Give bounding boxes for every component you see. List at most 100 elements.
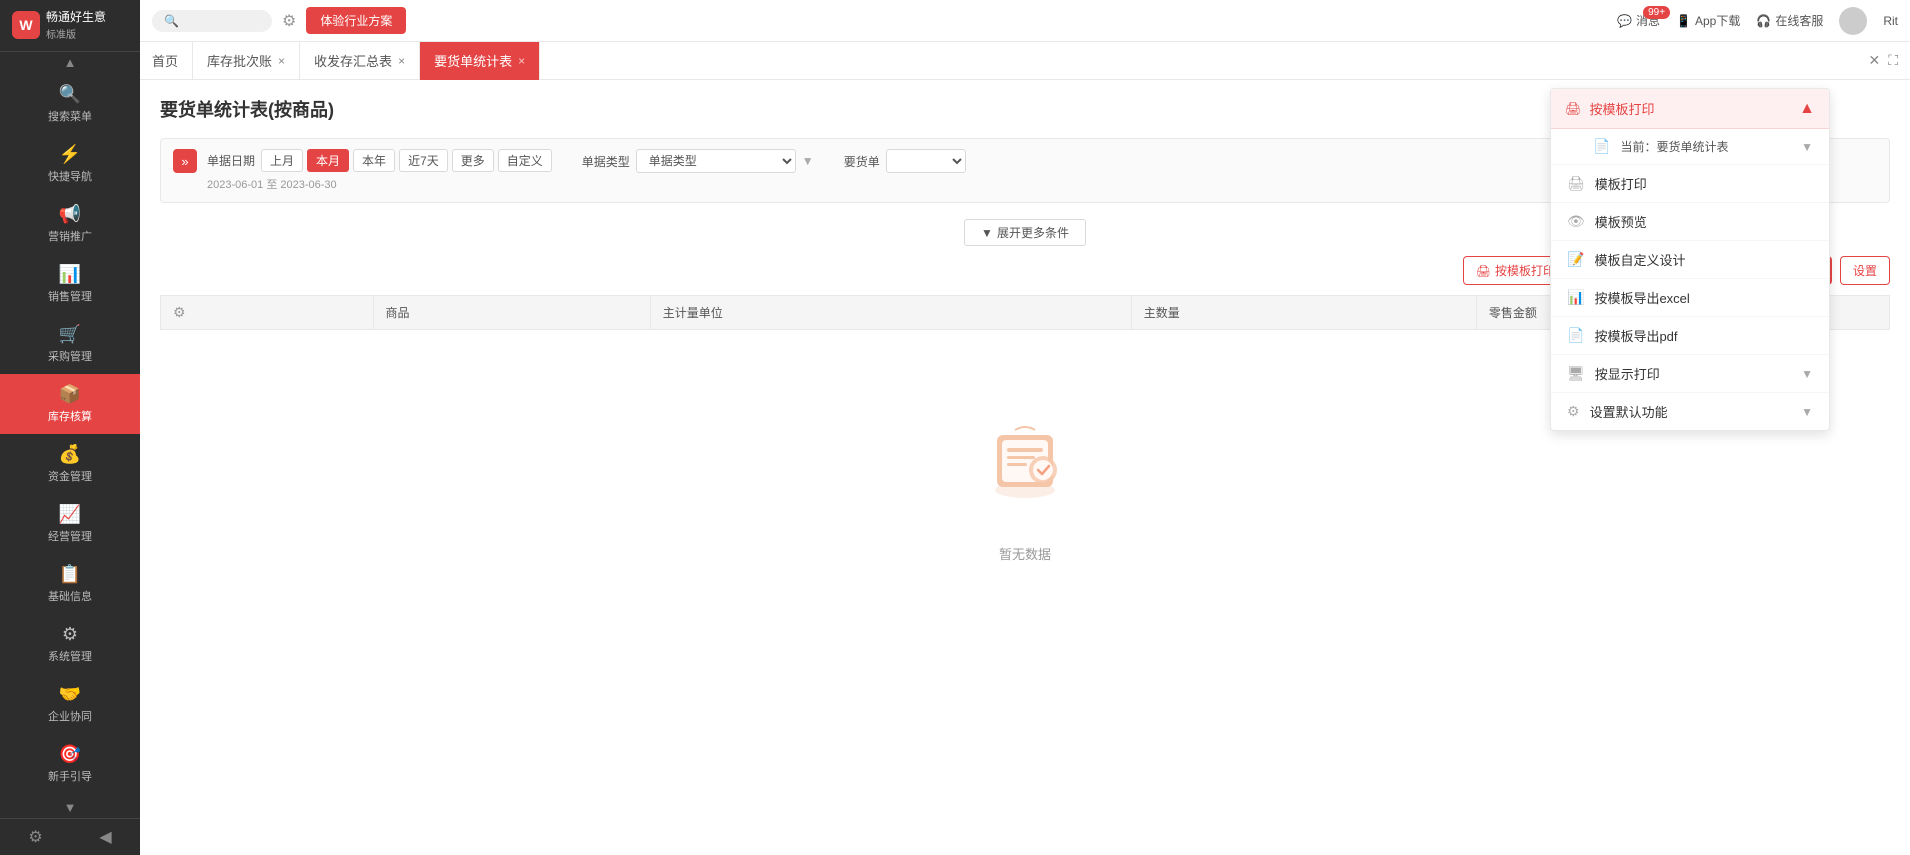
filter-expand-button[interactable]: » [173,149,197,173]
sidebar-item-inventory[interactable]: 📦库存核算 [0,374,140,434]
tab-order_stats[interactable]: 要货单统计表 × [420,42,540,80]
sales-icon: 📊 [59,264,81,285]
order-type-select[interactable]: 单据类型 [636,149,796,173]
sidebar-item-shortcut[interactable]: ⚡快捷导航 [0,134,140,194]
close-window-button[interactable]: ✕ [1868,52,1880,69]
date-btn-prev_month[interactable]: 上月 [261,149,303,172]
collapse-sidebar-icon[interactable]: ◀ [99,827,111,847]
sidebar-scroll-down[interactable]: ▼ [0,796,140,818]
sidebar-item-apps[interactable]: 🔲应用中心 [0,794,140,796]
tab-receivables[interactable]: 收发存汇总表 × [300,42,420,80]
sidebar-item-operations[interactable]: 📈经营管理 [0,494,140,554]
order-type-filter: 单据类型 单据类型 ▼ [582,149,814,173]
date-btn-custom[interactable]: 自定义 [498,149,552,172]
date-filter-group: 单据日期 上月本月本年近7天更多自定义 2023-06-01 至 2023-06… [207,149,552,192]
tabs-right: ✕ ⛶ [1868,52,1898,69]
sidebar-item-label-purchase: 采购管理 [48,348,92,364]
page-content: 要货单统计表(按商品) » 单据日期 上月本月本年近7天更多自定义 2023-0… [140,80,1910,855]
online-service-label: 在线客服 [1775,12,1823,29]
sidebar-item-label-basic: 基础信息 [48,588,92,604]
tab-close-order_stats[interactable]: × [518,54,525,68]
marketing-icon: 📢 [59,204,81,225]
table-settings-button[interactable]: ⚙ [173,304,186,321]
sidebar-item-sales[interactable]: 📊销售管理 [0,254,140,314]
sidebar-item-label-cooperation: 企业协同 [48,708,92,724]
date-btn-current_month[interactable]: 本月 [307,149,349,172]
sidebar-item-label-inventory: 库存核算 [48,408,92,424]
print-menu-item-template_export_pdf[interactable]: 📄 按模板导出pdf [1551,317,1829,355]
tab-label-order_stats: 要货单统计表 [434,51,512,70]
column-header-product: 商品 [373,296,650,330]
print-menu-item-set_default[interactable]: ⚙ 设置默认功能 ▼ [1551,393,1829,430]
current-template-item[interactable]: 📄 当前：要货单统计表 ▼ [1551,129,1829,165]
print-menu-item-template_preview[interactable]: 👁 模板预览 [1551,203,1829,241]
column-header-qty: 主数量 [1131,296,1476,330]
app-name: 畅通好生意 [46,10,106,26]
trial-industry-button[interactable]: 体验行业方案 [306,7,406,34]
menu-item-icon-template_custom: 📝 [1567,251,1584,268]
sidebar-item-label-shortcut: 快捷导航 [48,168,92,184]
print-menu-item-template_custom[interactable]: 📝 模板自定义设计 [1551,241,1829,279]
menu-item-label-template_export_pdf: 按模板导出pdf [1594,326,1677,345]
tab-close-receivables[interactable]: × [398,54,405,68]
sidebar: W 畅通好生意 标准版 ▲ 🔍搜索菜单⚡快捷导航📢营销推广📊销售管理🛒采购管理📦… [0,0,140,855]
tabs-container: 首页库存批次账 × 收发存汇总表 × 要货单统计表 × [152,42,1868,80]
print-menu-item-template_export_excel[interactable]: 📊 按模板导出excel [1551,279,1829,317]
app-download-area[interactable]: 📱 App下载 [1676,12,1740,29]
topbar-search[interactable]: 🔍 [152,10,272,32]
tab-close-inventory_batch[interactable]: × [278,54,285,68]
print-menu-item-display_print[interactable]: 🖥 按显示打印 ▼ [1551,355,1829,393]
sidebar-item-cooperation[interactable]: 🤝 企业协同 [0,674,140,734]
expand-more-conditions-button[interactable]: ▼ 展开更多条件 [964,219,1086,246]
print-menu-items: 🖨 模板打印 👁 模板预览 📝 模板自定义设计 📊 按模板导出excel 📄 按… [1551,165,1829,430]
print-menu-item-template_print[interactable]: 🖨 模板打印 [1551,165,1829,203]
date-btn-last7days[interactable]: 近7天 [399,149,448,172]
menu-item-left-template_print: 🖨 模板打印 [1567,174,1647,193]
menu-item-label-template_preview: 模板预览 [1595,212,1647,231]
menu-item-icon-set_default: ⚙ [1567,403,1580,420]
print-header-icon: 🖨 [1565,101,1582,117]
sidebar-scroll-up[interactable]: ▲ [0,52,140,74]
sidebar-item-guide[interactable]: 🎯新手引导 [0,734,140,794]
topbar-gear-icon[interactable]: ⚙ [282,11,296,31]
online-service-area[interactable]: 🎧 在线客服 [1756,12,1823,29]
sidebar-nav: 🔍搜索菜单⚡快捷导航📢营销推广📊销售管理🛒采购管理📦库存核算💰资金管理📈经营管理… [0,74,140,796]
menu-item-label-template_custom: 模板自定义设计 [1594,250,1685,269]
basic-icon: 📋 [59,564,81,585]
date-btn-current_year[interactable]: 本年 [353,149,395,172]
tab-home[interactable]: 首页 [152,42,193,80]
menu-item-left-set_default: ⚙ 设置默认功能 [1567,402,1668,421]
sidebar-item-marketing[interactable]: 📢营销推广 [0,194,140,254]
print-dropdown-collapse-icon[interactable]: ▲ [1799,100,1815,118]
sidebar-item-search[interactable]: 🔍搜索菜单 [0,74,140,134]
tab-inventory_batch[interactable]: 库存批次账 × [193,42,300,80]
print-dropdown: 🖨 按模板打印 ▲ 📄 当前：要货单统计表 ▼ 🖨 模板打印 � [1550,88,1830,431]
resize-window-button[interactable]: ⛶ [1888,52,1898,69]
sidebar-item-finance[interactable]: 💰资金管理 [0,434,140,494]
system-icon: ⚙ [62,624,78,645]
print-btn-label: 按模板打印 [1495,262,1555,279]
date-range-display: 2023-06-01 至 2023-06-30 [207,176,552,192]
current-template-left: 📄 当前：要货单统计表 [1593,138,1728,155]
sidebar-item-label-finance: 资金管理 [48,468,92,484]
menu-item-icon-display_print: 🖥 [1567,365,1585,382]
tab-label-inventory_batch: 库存批次账 [207,51,272,70]
settings-icon[interactable]: ⚙ [28,827,42,847]
guide-icon: 🎯 [59,744,81,765]
messages-area[interactable]: 💬 消息 99+ [1617,12,1660,29]
expand-more-icon: ▼ [981,226,993,240]
sidebar-item-system[interactable]: ⚙系统管理 [0,614,140,674]
sidebar-item-purchase[interactable]: 🛒采购管理 [0,314,140,374]
order-type-label: 单据类型 [582,153,630,170]
user-avatar[interactable] [1839,7,1867,35]
tab-label-receivables: 收发存汇总表 [314,51,392,70]
order-goods-select[interactable] [886,149,966,173]
cooperation-icon: 🤝 [59,684,81,705]
menu-item-left-display_print: 🖥 按显示打印 [1567,364,1660,383]
settings-button[interactable]: 设置 [1840,256,1890,285]
column-header-unit: 主计量单位 [650,296,1131,330]
date-btn-more[interactable]: 更多 [452,149,494,172]
messages-badge: 99+ [1643,6,1670,19]
sidebar-item-basic[interactable]: 📋 基础信息 [0,554,140,614]
search-icon: 🔍 [59,84,81,105]
